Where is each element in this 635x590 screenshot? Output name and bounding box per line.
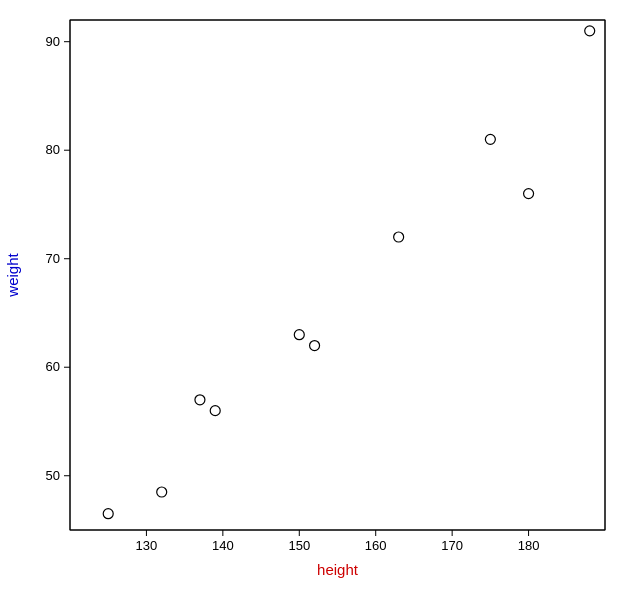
svg-text:130: 130: [136, 538, 158, 553]
svg-text:weight: weight: [4, 252, 21, 297]
svg-rect-1: [70, 20, 605, 530]
svg-text:50: 50: [46, 468, 60, 483]
svg-text:180: 180: [518, 538, 540, 553]
scatter-plot: 130 140 150 160 170 180 50 60 70 80 90 height weight: [0, 0, 635, 590]
svg-text:150: 150: [288, 538, 310, 553]
svg-text:160: 160: [365, 538, 387, 553]
svg-text:140: 140: [212, 538, 234, 553]
svg-text:170: 170: [441, 538, 463, 553]
svg-text:height: height: [317, 561, 359, 578]
svg-text:80: 80: [46, 142, 60, 157]
svg-text:90: 90: [46, 34, 60, 49]
svg-text:70: 70: [46, 251, 60, 266]
chart-container: 130 140 150 160 170 180 50 60 70 80 90 height weight: [0, 0, 635, 590]
svg-text:60: 60: [46, 359, 60, 374]
